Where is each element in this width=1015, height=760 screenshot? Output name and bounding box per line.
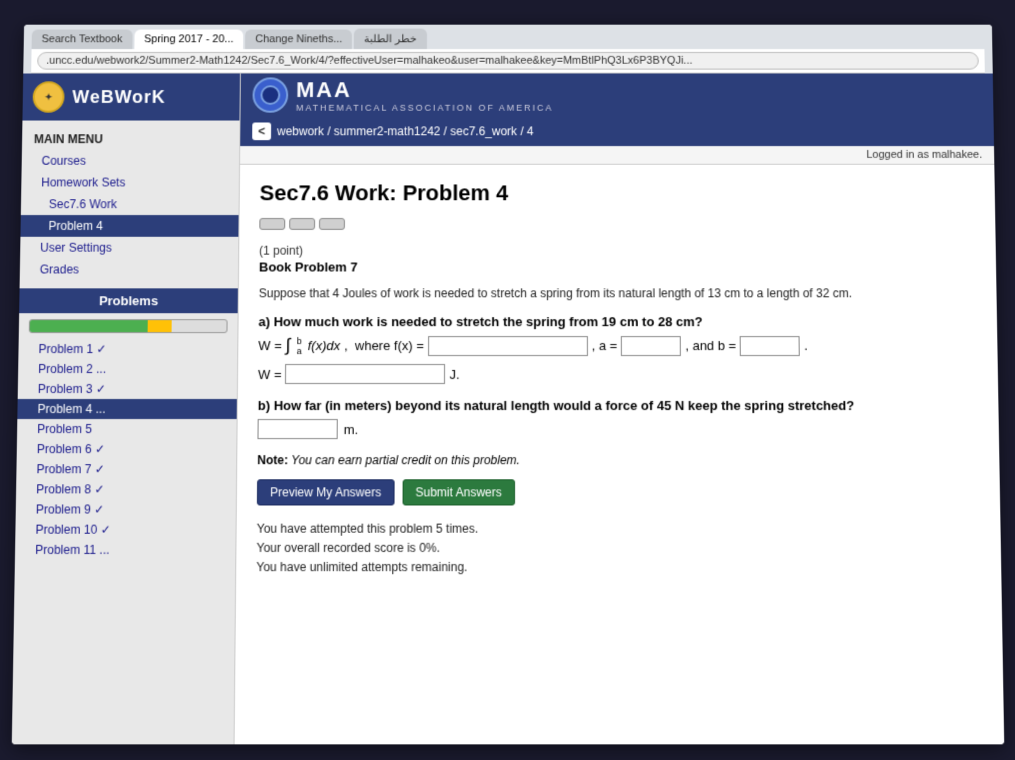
part-b: b) How far (in meters) beyond its natura… bbox=[257, 398, 978, 439]
progress-bar bbox=[28, 319, 227, 333]
comma-a-label: , a = bbox=[591, 338, 617, 353]
where-fx-label: , where f(x) = bbox=[344, 338, 424, 353]
period-label: . bbox=[803, 338, 807, 353]
progress-green bbox=[29, 320, 147, 332]
sidebar-item-user-settings[interactable]: User Settings bbox=[20, 237, 238, 259]
maa-subtitle: MATHEMATICAL ASSOCIATION OF AMERICA bbox=[295, 103, 552, 113]
part-a-label: a) How much work is needed to stretch th… bbox=[258, 314, 977, 329]
problem-list-item-3[interactable]: Problem 3 ✓ bbox=[17, 379, 236, 399]
problem-list-item-7[interactable]: Problem 7 ✓ bbox=[16, 459, 236, 479]
problem-list-item-8[interactable]: Problem 8 ✓ bbox=[15, 479, 235, 499]
problem-content: Sec7.6 Work: Problem 4 (1 point) Book Pr… bbox=[234, 165, 1004, 745]
sidebar-item-courses[interactable]: Courses bbox=[21, 150, 239, 172]
fx-input[interactable] bbox=[427, 336, 587, 356]
breadcrumb-back-button[interactable]: < bbox=[252, 122, 271, 140]
maa-text-block: MAA MATHEMATICAL ASSOCIATION OF AMERICA bbox=[295, 77, 552, 112]
next-button[interactable] bbox=[318, 218, 344, 230]
w-unit: J. bbox=[449, 367, 459, 382]
main-menu-label: MAIN MENU bbox=[21, 128, 238, 150]
part-b-input-row: m. bbox=[257, 419, 978, 439]
problem-list-item-11[interactable]: Problem 11 ... bbox=[14, 540, 235, 560]
a-input[interactable] bbox=[621, 336, 681, 356]
tab-spring[interactable]: Spring 2017 - 20... bbox=[134, 30, 243, 50]
maa-header: MAA MATHEMATICAL ASSOCIATION OF AMERICA bbox=[240, 74, 993, 117]
problem-list-item-6[interactable]: Problem 6 ✓ bbox=[16, 439, 236, 459]
tab-search[interactable]: Search Textbook bbox=[31, 30, 132, 50]
problem-list-button[interactable] bbox=[289, 218, 315, 230]
part-b-input[interactable] bbox=[257, 419, 337, 439]
sidebar-item-grades[interactable]: Grades bbox=[19, 259, 237, 281]
submit-answers-button[interactable]: Submit Answers bbox=[402, 479, 515, 505]
problems-section: Problems Problem 1 ✓ Problem 2 ... Probl… bbox=[14, 288, 237, 560]
comma-b-label: , and b = bbox=[685, 338, 736, 353]
problem-list-item-1[interactable]: Problem 1 ✓ bbox=[18, 339, 237, 359]
navigation-buttons bbox=[259, 218, 975, 230]
tab-change[interactable]: Change Nineths... bbox=[245, 30, 352, 50]
sidebar-item-problem4[interactable]: Problem 4 bbox=[20, 215, 238, 237]
tab-bar: Search Textbook Spring 2017 - 20... Chan… bbox=[31, 29, 984, 49]
logged-in-text: Logged in as malhakee. bbox=[866, 149, 982, 161]
main-layout: ✦ WeBWorK MAIN MENU Courses Homework Set… bbox=[11, 74, 1003, 745]
breadcrumb-path: webwork / summer2-math1242 / sec7.6_work… bbox=[276, 124, 533, 138]
sidebar-nav: MAIN MENU Courses Homework Sets Sec7.6 W… bbox=[11, 121, 239, 745]
maa-title: MAA bbox=[296, 77, 553, 102]
w-row: W = J. bbox=[257, 364, 977, 384]
part-b-unit: m. bbox=[343, 422, 358, 437]
attempts-line1: You have attempted this problem 5 times. bbox=[256, 520, 980, 539]
progress-yellow bbox=[147, 320, 171, 332]
note-text: Note: You can earn partial credit on thi… bbox=[257, 453, 979, 467]
w-input[interactable] bbox=[285, 364, 445, 384]
problem-description: Suppose that 4 Joules of work is needed … bbox=[258, 284, 976, 302]
problem-list-item-5[interactable]: Problem 5 bbox=[16, 419, 236, 439]
browser-window: Search Textbook Spring 2017 - 20... Chan… bbox=[11, 25, 1003, 745]
part-b-label: b) How far (in meters) beyond its natura… bbox=[257, 398, 978, 413]
progress-bar-container bbox=[18, 313, 237, 339]
sidebar-header: ✦ WeBWorK bbox=[22, 74, 239, 121]
problems-header: Problems bbox=[19, 288, 238, 313]
sidebar-item-homework-sets[interactable]: Homework Sets bbox=[21, 172, 239, 194]
fx-dx-label: f(x)dx bbox=[307, 338, 340, 353]
problem-list-item-2[interactable]: Problem 2 ... bbox=[18, 359, 237, 379]
problem-list-item-9[interactable]: Problem 9 ✓ bbox=[15, 499, 235, 519]
problem-list-item-10[interactable]: Problem 10 ✓ bbox=[15, 520, 235, 540]
note-strong: Note: bbox=[257, 453, 288, 467]
maa-logo-icon bbox=[252, 77, 288, 112]
problem-list-item-4[interactable]: Problem 4 ... bbox=[17, 399, 236, 419]
previous-button[interactable] bbox=[259, 218, 285, 230]
w-label: W = bbox=[257, 367, 281, 382]
attempts-line2: Your overall recorded score is 0%. bbox=[256, 539, 980, 558]
note-content: You can earn partial credit on this prob… bbox=[291, 453, 520, 467]
sidebar: ✦ WeBWorK MAIN MENU Courses Homework Set… bbox=[11, 74, 240, 745]
integral-bounds: ba bbox=[296, 336, 301, 356]
logged-in-bar: Logged in as malhakee. bbox=[240, 146, 994, 165]
formula-row: W = ∫ ba f(x)dx , where f(x) = , a = , a… bbox=[258, 335, 977, 356]
point-info: (1 point) bbox=[259, 244, 976, 258]
preview-answers-button[interactable]: Preview My Answers bbox=[256, 479, 393, 505]
content-area: MAA MATHEMATICAL ASSOCIATION OF AMERICA … bbox=[234, 74, 1004, 745]
b-input[interactable] bbox=[740, 336, 800, 356]
attempts-info: You have attempted this problem 5 times.… bbox=[256, 520, 981, 578]
sidebar-item-sec76-work[interactable]: Sec7.6 Work bbox=[20, 193, 238, 215]
attempts-line3: You have unlimited attempts remaining. bbox=[256, 558, 981, 577]
book-problem: Book Problem 7 bbox=[258, 260, 975, 275]
address-bar-row: .uncc.edu/webwork2/Summer2-Math1242/Sec7… bbox=[31, 49, 985, 73]
address-bar[interactable]: .uncc.edu/webwork2/Summer2-Math1242/Sec7… bbox=[37, 52, 979, 70]
webwork-title: WeBWorK bbox=[72, 87, 166, 108]
w-equals-label: W = bbox=[258, 338, 282, 353]
tab-arabic[interactable]: خطر الطلبة bbox=[354, 29, 426, 49]
answer-buttons: Preview My Answers Submit Answers bbox=[256, 479, 979, 505]
integral-symbol: ∫ bbox=[285, 335, 290, 356]
breadcrumb-bar: < webwork / summer2-math1242 / sec7.6_wo… bbox=[240, 117, 994, 146]
problem-title: Sec7.6 Work: Problem 4 bbox=[259, 181, 975, 207]
maa-logo-inner bbox=[260, 85, 280, 105]
browser-chrome: Search Textbook Spring 2017 - 20... Chan… bbox=[23, 25, 993, 74]
webwork-logo-icon: ✦ bbox=[32, 81, 64, 112]
